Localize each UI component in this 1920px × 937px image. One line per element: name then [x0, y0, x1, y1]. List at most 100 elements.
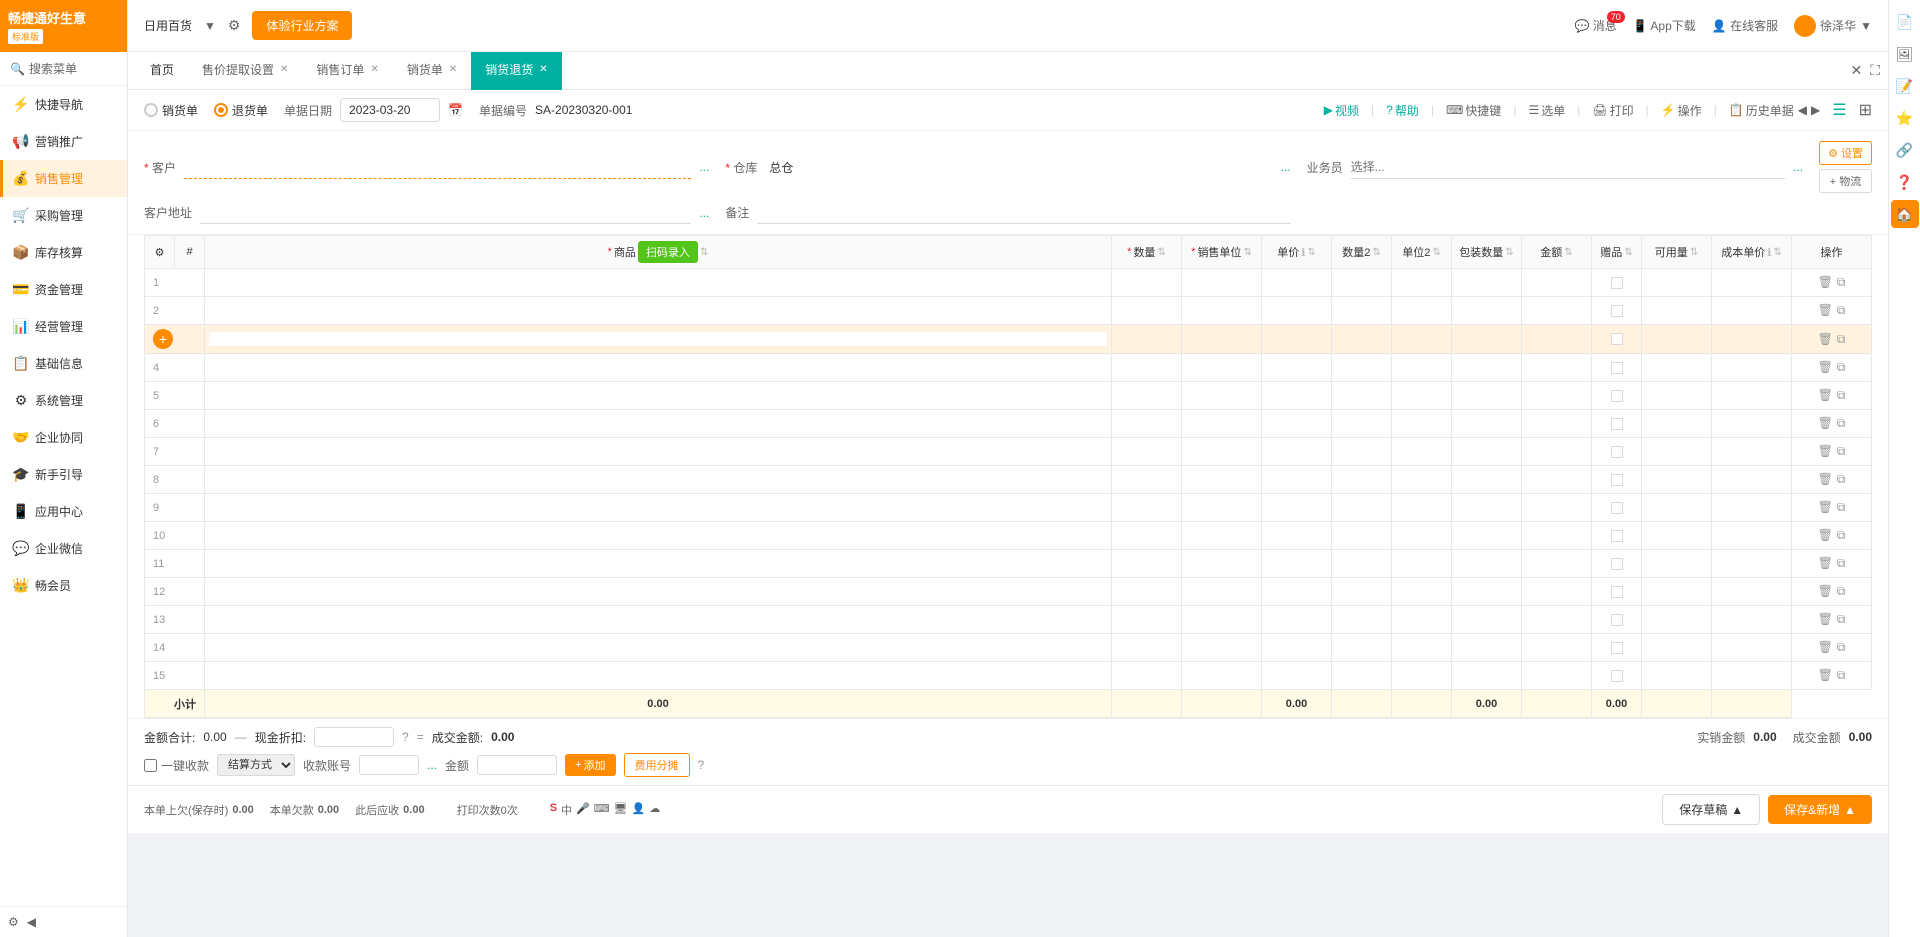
th-settings[interactable]: ⚙ — [145, 236, 175, 269]
product-cell[interactable] — [205, 269, 1112, 297]
customer-ellipsis[interactable]: ... — [699, 160, 709, 174]
right-icon-2[interactable]: 🖼 — [1891, 40, 1919, 68]
product-cell[interactable] — [205, 382, 1112, 410]
delete-icon[interactable]: 🗑 — [1818, 444, 1833, 458]
copy-icon[interactable]: ⧉ — [1837, 668, 1846, 682]
sidebar-item-basic[interactable]: 📋 基础信息 — [0, 345, 127, 382]
gift-checkbox[interactable] — [1611, 362, 1623, 374]
product-cell[interactable] — [205, 550, 1112, 578]
delete-icon[interactable]: 🗑 — [1818, 584, 1833, 598]
discount-question[interactable]: ? — [402, 730, 409, 744]
copy-icon[interactable]: ⧉ — [1837, 500, 1846, 514]
pack-sort-icon[interactable]: ⇅ — [1505, 247, 1513, 258]
cost-sort-icon[interactable]: ⇅ — [1773, 247, 1781, 258]
gift-checkbox[interactable] — [1611, 558, 1623, 570]
delete-icon[interactable]: 🗑 — [1818, 332, 1833, 346]
collapse-icon[interactable]: ◀ — [27, 915, 36, 929]
operate-btn[interactable]: ⚡ 操作 — [1661, 102, 1702, 119]
product-cell[interactable] — [205, 522, 1112, 550]
settings-button[interactable]: ⚙ 设置 — [1819, 141, 1872, 165]
sidebar-search[interactable]: 🔍 搜索菜单 — [0, 52, 127, 86]
save-new-button[interactable]: 保存&新增 ▲ — [1768, 795, 1872, 824]
select-btn[interactable]: ☰ 选单 — [1528, 102, 1565, 119]
available-sort-icon[interactable]: ⇅ — [1690, 247, 1698, 258]
history-btn[interactable]: 📋 历史单据 — [1729, 102, 1794, 119]
sidebar-item-sales[interactable]: 💰 销售管理 — [0, 160, 127, 197]
sidebar-item-newguide[interactable]: 🎓 新手引导 — [0, 456, 127, 493]
copy-icon[interactable]: ⧉ — [1837, 640, 1846, 654]
sidebar-item-inventory[interactable]: 📦 库存核算 — [0, 234, 127, 271]
gift-checkbox[interactable] — [1611, 333, 1623, 345]
app-download-btn[interactable]: 📱 App下载 — [1633, 17, 1696, 34]
customer-input[interactable] — [184, 156, 691, 179]
qty-sort-icon[interactable]: ⇅ — [1157, 247, 1165, 258]
sidebar-item-system[interactable]: ⚙ 系统管理 — [0, 382, 127, 419]
video-link[interactable]: ▶ 视频 — [1324, 102, 1359, 119]
date-input[interactable] — [340, 98, 440, 122]
warehouse-ellipsis[interactable]: ... — [1281, 160, 1291, 174]
product-cell[interactable] — [205, 634, 1112, 662]
product-sort-icon[interactable]: ⇅ — [700, 247, 708, 258]
copy-icon[interactable]: ⧉ — [1837, 556, 1846, 570]
one-key-collect-checkbox[interactable]: 一键收款 — [144, 757, 209, 774]
gift-checkbox[interactable] — [1611, 446, 1623, 458]
remark-input[interactable] — [757, 201, 1290, 224]
message-btn[interactable]: 💬 消息 70 — [1574, 17, 1616, 34]
gift-checkbox[interactable] — [1611, 614, 1623, 626]
right-icon-7[interactable]: 🏠 — [1891, 200, 1919, 228]
copy-icon[interactable]: ⧉ — [1837, 416, 1846, 430]
account-input[interactable] — [359, 755, 419, 775]
copy-icon[interactable]: ⧉ — [1837, 275, 1846, 289]
product-cell[interactable] — [205, 297, 1112, 325]
add-btn[interactable]: + 添加 — [565, 754, 615, 776]
product-cell[interactable] — [205, 494, 1112, 522]
save-new-arrow[interactable]: ▲ — [1844, 803, 1856, 817]
calendar-icon[interactable]: 📅 — [448, 103, 463, 117]
delete-icon[interactable]: 🗑 — [1818, 556, 1833, 570]
salesman-input[interactable] — [1351, 156, 1785, 179]
shortcut-btn[interactable]: ⌨ 快捷键 — [1446, 102, 1501, 119]
help-link[interactable]: ? 帮助 — [1386, 102, 1419, 119]
delete-icon[interactable]: 🗑 — [1818, 640, 1833, 654]
sidebar-item-purchase[interactable]: 🛒 采购管理 — [0, 197, 127, 234]
right-icon-6[interactable]: ❓ — [1891, 168, 1919, 196]
save-draft-arrow[interactable]: ▲ — [1731, 803, 1743, 817]
logistics-button[interactable]: + 物流 — [1819, 169, 1872, 193]
tab-close-icon[interactable]: ✕ — [280, 64, 288, 75]
next-icon[interactable]: ▶ — [1811, 103, 1820, 117]
tab-sales-return[interactable]: 销货退货 ✕ — [471, 52, 561, 90]
copy-icon[interactable]: ⧉ — [1837, 360, 1846, 374]
amount-input[interactable] — [477, 755, 557, 775]
product-cell[interactable] — [205, 438, 1112, 466]
tab-home[interactable]: 首页 — [136, 52, 188, 90]
delete-icon[interactable]: 🗑 — [1818, 500, 1833, 514]
prev-icon[interactable]: ◀ — [1798, 103, 1807, 117]
tab-close-icon[interactable]: ✕ — [539, 64, 547, 75]
gift-checkbox[interactable] — [1611, 502, 1623, 514]
gift-checkbox[interactable] — [1611, 390, 1623, 402]
print-btn[interactable]: 🖨 打印 — [1592, 102, 1633, 119]
qty2-sort-icon[interactable]: ⇅ — [1372, 247, 1380, 258]
online-service-btn[interactable]: 👤 在线客服 — [1712, 17, 1778, 34]
radio-return[interactable]: 退货单 — [214, 102, 268, 119]
add-row-button[interactable]: + — [153, 329, 173, 349]
delete-icon[interactable]: 🗑 — [1818, 528, 1833, 542]
fee-split-btn[interactable]: 费用分摊 — [624, 753, 690, 777]
view-grid-icon[interactable]: ⊞ — [1859, 100, 1872, 120]
gift-checkbox[interactable] — [1611, 586, 1623, 598]
gift-checkbox[interactable] — [1611, 305, 1623, 317]
discount-input[interactable] — [314, 727, 394, 747]
copy-icon[interactable]: ⧉ — [1837, 332, 1846, 346]
settings-icon[interactable]: ⚙ — [8, 915, 19, 929]
expand-tab-btn[interactable]: ⛶ — [1870, 62, 1880, 79]
delete-icon[interactable]: 🗑 — [1818, 668, 1833, 682]
table-settings-icon[interactable]: ⚙ — [155, 247, 165, 259]
delete-icon[interactable]: 🗑 — [1818, 360, 1833, 374]
tab-price-extract[interactable]: 售价提取设置 ✕ — [188, 52, 302, 90]
right-icon-1[interactable]: 📄 — [1891, 8, 1919, 36]
product-cell[interactable] — [205, 354, 1112, 382]
product-cell[interactable] — [205, 466, 1112, 494]
delete-icon[interactable]: 🗑 — [1818, 472, 1833, 486]
sidebar-item-operations[interactable]: 📊 经营管理 — [0, 308, 127, 345]
copy-icon[interactable]: ⧉ — [1837, 528, 1846, 542]
